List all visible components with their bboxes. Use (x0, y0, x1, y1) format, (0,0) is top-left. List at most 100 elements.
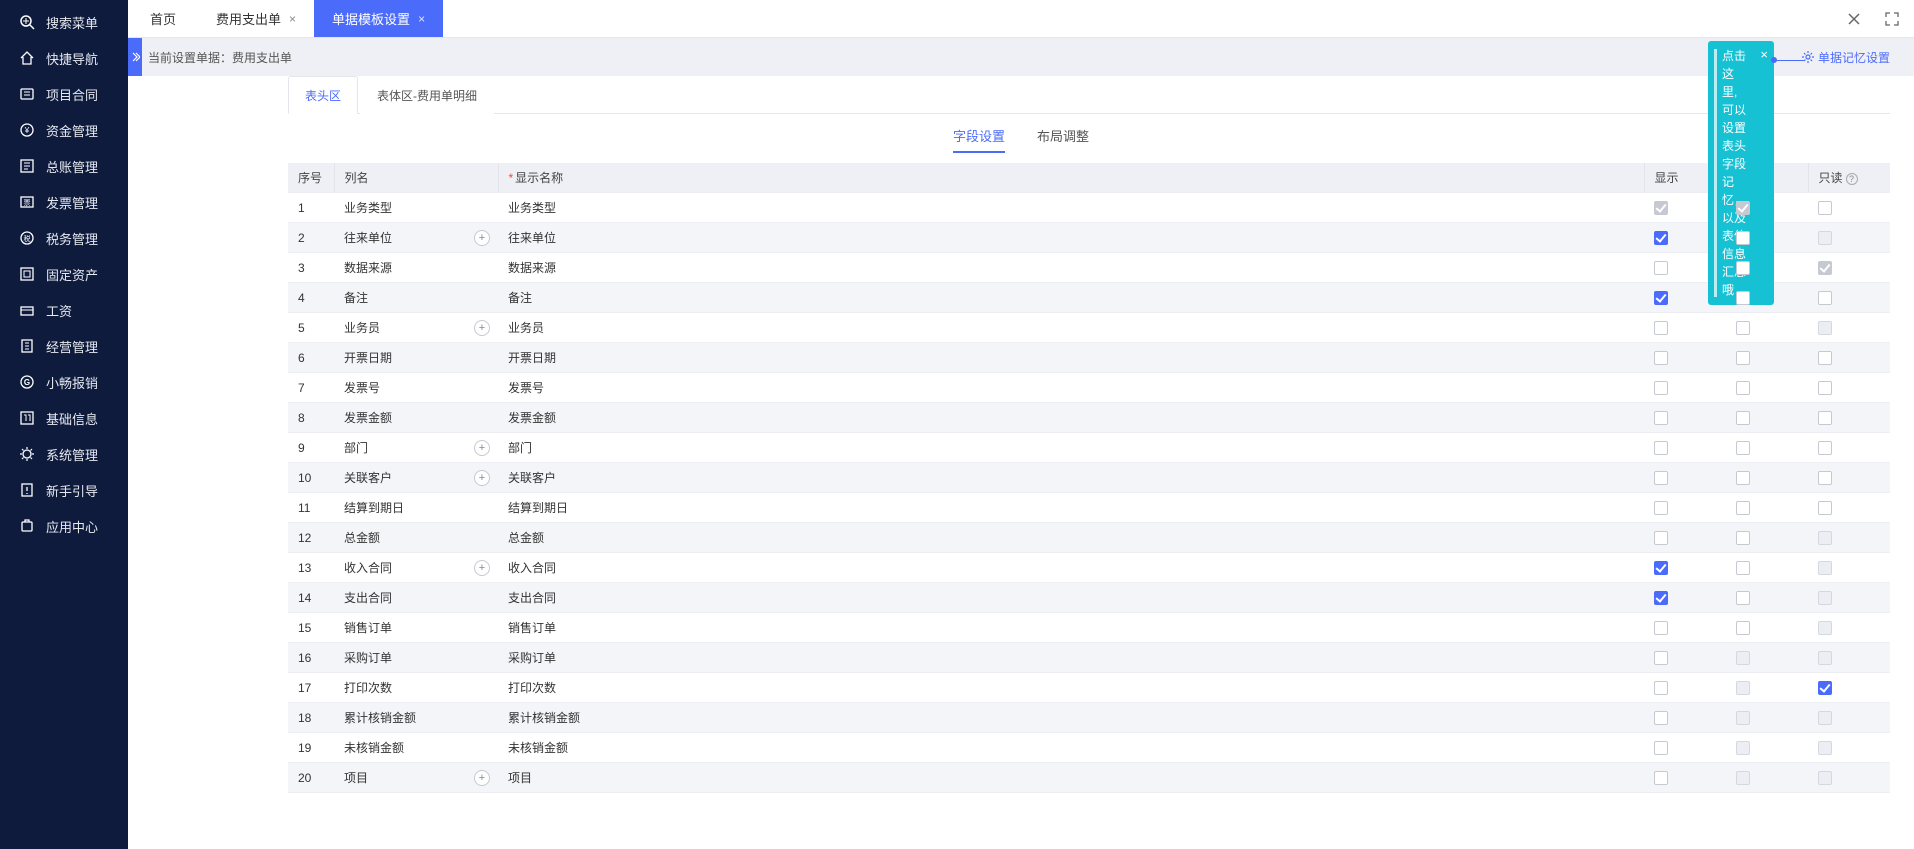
add-icon[interactable]: + (474, 770, 490, 786)
fullscreen-icon[interactable] (1878, 5, 1906, 33)
checkbox-required[interactable] (1736, 591, 1750, 605)
checkbox-show[interactable] (1654, 291, 1668, 305)
help-icon[interactable]: ? (1846, 173, 1858, 185)
cell-display-name[interactable]: 数据来源 (498, 253, 1644, 283)
tab-首页[interactable]: 首页 (128, 0, 198, 37)
checkbox-show[interactable] (1654, 561, 1668, 575)
add-icon[interactable]: + (474, 560, 490, 576)
inner-tab[interactable]: 布局调整 (1037, 126, 1089, 153)
checkbox-show[interactable] (1654, 351, 1668, 365)
checkbox-required[interactable] (1736, 621, 1750, 635)
checkbox-required[interactable] (1736, 501, 1750, 515)
cell-display-name[interactable]: 备注 (498, 283, 1644, 313)
sidebar-item-info[interactable]: 基础信息 (0, 400, 128, 436)
checkbox-show[interactable] (1654, 681, 1668, 695)
cell-display-name[interactable]: 累计核销金额 (498, 703, 1644, 733)
cell-display-name[interactable]: 往来单位 (498, 223, 1644, 253)
tax-icon: 税 (18, 229, 36, 247)
cell-display-name[interactable]: 部门 (498, 433, 1644, 463)
sidebar-item-salary[interactable]: 工资 (0, 292, 128, 328)
checkbox-required[interactable] (1736, 231, 1750, 245)
checkbox-show[interactable] (1654, 531, 1668, 545)
add-icon[interactable]: + (474, 440, 490, 456)
sidebar-item-folder[interactable]: 项目合同 (0, 76, 128, 112)
checkbox-show[interactable] (1654, 471, 1668, 485)
sidebar-item-search[interactable]: 搜索菜单 (0, 4, 128, 40)
sidebar-item-home[interactable]: 快捷导航 (0, 40, 128, 76)
sidebar-item-asset[interactable]: 固定资产 (0, 256, 128, 292)
sidebar-item-biz[interactable]: 经营管理 (0, 328, 128, 364)
expand-chevron-icon[interactable] (128, 38, 142, 76)
checkbox-show[interactable] (1654, 321, 1668, 335)
cell-display-name[interactable]: 总金额 (498, 523, 1644, 553)
checkbox-required[interactable] (1736, 291, 1750, 305)
checkbox-readonly[interactable] (1818, 501, 1832, 515)
tab-close-icon[interactable]: × (418, 12, 425, 26)
sidebar-item-tax[interactable]: 税税务管理 (0, 220, 128, 256)
cell-display-name[interactable]: 业务类型 (498, 193, 1644, 223)
checkbox-show[interactable] (1654, 441, 1668, 455)
checkbox-show[interactable] (1654, 381, 1668, 395)
subtab[interactable]: 表头区 (288, 76, 358, 114)
cell-display-name[interactable]: 开票日期 (498, 343, 1644, 373)
tab-单据模板设置[interactable]: 单据模板设置× (314, 0, 443, 37)
checkbox-readonly[interactable] (1818, 201, 1832, 215)
checkbox-required[interactable] (1736, 411, 1750, 425)
cell-display-name[interactable]: 打印次数 (498, 673, 1644, 703)
checkbox-required[interactable] (1736, 441, 1750, 455)
checkbox-required[interactable] (1736, 261, 1750, 275)
sidebar-item-money[interactable]: ¥资金管理 (0, 112, 128, 148)
checkbox-show[interactable] (1654, 411, 1668, 425)
cell-display-name[interactable]: 项目 (498, 763, 1644, 793)
checkbox-show[interactable] (1654, 501, 1668, 515)
checkbox-show[interactable] (1654, 231, 1668, 245)
checkbox-required[interactable] (1736, 351, 1750, 365)
checkbox-readonly[interactable] (1818, 441, 1832, 455)
cell-display-name[interactable]: 发票金额 (498, 403, 1644, 433)
sidebar-item-ledger[interactable]: 总账管理 (0, 148, 128, 184)
checkbox-required[interactable] (1736, 561, 1750, 575)
checkbox-show[interactable] (1654, 591, 1668, 605)
checkbox-show[interactable] (1654, 621, 1668, 635)
cell-column-name: 未核销金额 (334, 733, 498, 763)
add-icon[interactable]: + (474, 470, 490, 486)
sidebar-item-apps[interactable]: 应用中心 (0, 508, 128, 544)
checkbox-required[interactable] (1736, 321, 1750, 335)
tab-close-icon[interactable]: × (289, 12, 296, 26)
tab-费用支出单[interactable]: 费用支出单× (198, 0, 314, 37)
checkbox-readonly[interactable] (1818, 291, 1832, 305)
add-icon[interactable]: + (474, 230, 490, 246)
close-all-icon[interactable] (1840, 5, 1868, 33)
checkbox-readonly[interactable] (1818, 411, 1832, 425)
checkbox-show[interactable] (1654, 711, 1668, 725)
inner-tab[interactable]: 字段设置 (953, 126, 1005, 153)
sidebar-item-reimburse[interactable]: G小畅报销 (0, 364, 128, 400)
checkbox-required[interactable] (1736, 471, 1750, 485)
sidebar-item-system[interactable]: 系统管理 (0, 436, 128, 472)
sidebar-item-guide[interactable]: 新手引导 (0, 472, 128, 508)
cell-display-name[interactable]: 采购订单 (498, 643, 1644, 673)
subtab[interactable]: 表体区-费用单明细 (360, 76, 494, 114)
checkbox-readonly[interactable] (1818, 381, 1832, 395)
hint-close-icon[interactable]: × (1760, 45, 1768, 65)
cell-display-name[interactable]: 支出合同 (498, 583, 1644, 613)
cell-display-name[interactable]: 发票号 (498, 373, 1644, 403)
cell-display-name[interactable]: 未核销金额 (498, 733, 1644, 763)
checkbox-readonly[interactable] (1818, 471, 1832, 485)
checkbox-show[interactable] (1654, 741, 1668, 755)
cell-display-name[interactable]: 结算到期日 (498, 493, 1644, 523)
add-icon[interactable]: + (474, 320, 490, 336)
cell-display-name[interactable]: 业务员 (498, 313, 1644, 343)
checkbox-show[interactable] (1654, 771, 1668, 785)
checkbox-readonly[interactable] (1818, 351, 1832, 365)
checkbox-required[interactable] (1736, 531, 1750, 545)
checkbox-show[interactable] (1654, 651, 1668, 665)
checkbox-show[interactable] (1654, 261, 1668, 275)
cell-display-name[interactable]: 关联客户 (498, 463, 1644, 493)
checkbox-required[interactable] (1736, 381, 1750, 395)
cell-display-name[interactable]: 销售订单 (498, 613, 1644, 643)
sidebar-item-invoice[interactable]: 票发票管理 (0, 184, 128, 220)
checkbox-readonly[interactable] (1818, 681, 1832, 695)
memory-settings-link[interactable]: 单据记忆设置 (1802, 49, 1890, 66)
cell-display-name[interactable]: 收入合同 (498, 553, 1644, 583)
